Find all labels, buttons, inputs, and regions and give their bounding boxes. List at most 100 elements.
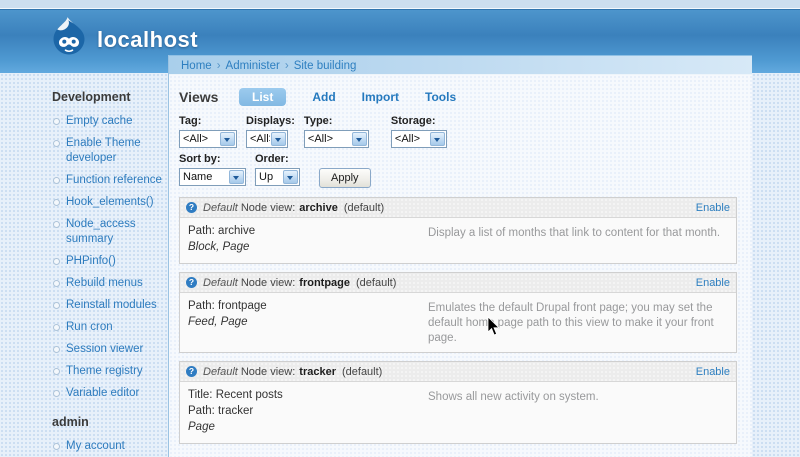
circle-bullet-icon [52, 117, 61, 126]
sidebar-item-variable-editor[interactable]: Variable editor [52, 386, 169, 401]
help-icon[interactable]: ? [186, 202, 197, 213]
enable-link[interactable]: Enable [696, 277, 730, 289]
drupal-logo-icon [53, 17, 85, 55]
view-default-flag: Default [203, 201, 238, 214]
sidebar-item-hook-elements[interactable]: Hook_elements() [52, 195, 169, 210]
breadcrumb-link-home[interactable]: Home [181, 60, 212, 72]
storage-select[interactable]: <All> [390, 130, 447, 148]
sidebar-link[interactable]: Reinstall modules [66, 299, 157, 311]
right-margin-strip [752, 73, 800, 457]
view-display-types: Block, Page [188, 241, 250, 253]
view-row-tracker: ? Default Node view: tracker (default) E… [179, 361, 737, 444]
sidebar-link[interactable]: PHPinfo() [66, 255, 116, 267]
view-description: Display a list of months that link to co… [428, 227, 721, 239]
view-suffix: (default) [343, 201, 385, 214]
sidebar-link[interactable]: Rebuild menus [66, 277, 143, 289]
sidebar-item-rebuild-menus[interactable]: Rebuild menus [52, 276, 169, 291]
sidebar: Development Empty cache Enable Theme dev… [0, 73, 168, 457]
view-suffix: (default) [356, 276, 397, 289]
view-row-frontpage: ? Default Node view: frontpage (default)… [179, 272, 737, 353]
sidebar-section-development: Development Empty cache Enable Theme dev… [52, 90, 168, 401]
dropdown-arrow-icon[interactable] [283, 170, 298, 184]
sidebar-section-admin: admin My account Create content Administ… [52, 415, 168, 457]
sort-filter-label: Sort by: [179, 153, 221, 165]
breadcrumb-link-site-building[interactable]: Site building [294, 60, 357, 72]
sidebar-item-phpinfo[interactable]: PHPinfo() [52, 254, 169, 269]
view-suffix: (default) [341, 365, 383, 378]
view-fields: Title: Recent posts Path: tracker Page [188, 389, 428, 437]
view-kind-label: Node view: [240, 276, 296, 289]
filters-form: Tag: <All> Displays: <All> Type: <All> S… [169, 107, 752, 188]
dropdown-arrow-icon[interactable] [271, 132, 286, 146]
breadcrumb-link-administer[interactable]: Administer [226, 60, 280, 72]
enable-link[interactable]: Enable [696, 202, 730, 214]
tag-select[interactable]: <All> [179, 130, 237, 148]
view-title: Title: Recent posts [188, 389, 283, 401]
sort-select[interactable]: Name [179, 168, 246, 186]
tab-bar: List Add Import Tools [239, 88, 456, 106]
circle-bullet-icon [52, 176, 61, 185]
sidebar-link[interactable]: My account [66, 440, 125, 452]
view-description: Shows all new activity on system. [428, 391, 599, 403]
circle-bullet-icon [52, 323, 61, 332]
view-description: Emulates the default Drupal front page; … [428, 302, 714, 344]
sidebar-link[interactable]: Empty cache [66, 115, 132, 127]
breadcrumb-separator: › [216, 60, 221, 72]
displays-filter-label: Displays: [246, 115, 295, 127]
sidebar-link[interactable]: Function reference [66, 174, 162, 186]
sidebar-item-theme-registry[interactable]: Theme registry [52, 364, 169, 379]
tab-tools[interactable]: Tools [425, 90, 456, 104]
sidebar-item-empty-cache[interactable]: Empty cache [52, 114, 169, 129]
dropdown-arrow-icon[interactable] [429, 132, 445, 146]
view-path: Path: archive [188, 225, 256, 237]
circle-bullet-icon [52, 389, 61, 398]
sidebar-link[interactable]: Run cron [66, 321, 113, 333]
sidebar-link[interactable]: Session viewer [66, 343, 143, 355]
circle-bullet-icon [52, 257, 61, 266]
help-icon[interactable]: ? [186, 277, 197, 288]
order-filter-label: Order: [255, 153, 289, 165]
sidebar-item-node-access-summary[interactable]: Node_access summary [52, 217, 169, 247]
view-display-types: Page [188, 421, 215, 433]
view-path: Path: frontpage [188, 300, 267, 312]
dropdown-arrow-icon[interactable] [229, 170, 244, 184]
order-select[interactable]: Up [255, 168, 300, 186]
sidebar-link[interactable]: Node_access summary [66, 218, 136, 245]
tab-list[interactable]: List [239, 88, 287, 106]
view-kind-label: Node view: [240, 201, 296, 214]
view-name: tracker [299, 365, 336, 378]
main-panel: Home › Administer › Site building Views List… [168, 55, 752, 457]
circle-bullet-icon [52, 367, 61, 376]
view-row-header: ? Default Node view: tracker (default) E… [180, 362, 736, 382]
sidebar-link[interactable]: Hook_elements() [66, 196, 154, 208]
apply-button[interactable]: Apply [319, 168, 371, 188]
view-fields: Path: archive Block, Page [188, 225, 428, 257]
dropdown-arrow-icon[interactable] [351, 132, 367, 146]
enable-link[interactable]: Enable [696, 366, 730, 378]
site-name: localhost [97, 27, 199, 52]
circle-bullet-icon [52, 301, 61, 310]
tab-add[interactable]: Add [312, 90, 335, 104]
circle-bullet-icon [52, 220, 61, 229]
type-select[interactable]: <All> [303, 130, 369, 148]
sidebar-link[interactable]: Theme registry [66, 365, 143, 377]
sidebar-link[interactable]: Enable Theme developer [66, 137, 141, 164]
sidebar-item-my-account[interactable]: My account [52, 439, 169, 454]
page-title: Views [179, 89, 219, 105]
sidebar-item-run-cron[interactable]: Run cron [52, 320, 169, 335]
view-path: Path: tracker [188, 405, 254, 417]
storage-filter-label: Storage: [390, 115, 436, 127]
sidebar-item-enable-theme-developer[interactable]: Enable Theme developer [52, 136, 169, 166]
sidebar-item-function-reference[interactable]: Function reference [52, 173, 169, 188]
sidebar-item-session-viewer[interactable]: Session viewer [52, 342, 169, 357]
view-name: archive [299, 201, 338, 214]
help-icon[interactable]: ? [186, 366, 197, 377]
view-kind-label: Node view: [240, 365, 296, 378]
window-top-strip [0, 0, 800, 9]
tab-import[interactable]: Import [362, 90, 399, 104]
circle-bullet-icon [52, 139, 61, 148]
displays-select[interactable]: <All> [246, 130, 288, 148]
dropdown-arrow-icon[interactable] [220, 132, 235, 146]
sidebar-link[interactable]: Variable editor [66, 387, 139, 399]
sidebar-item-reinstall-modules[interactable]: Reinstall modules [52, 298, 169, 313]
